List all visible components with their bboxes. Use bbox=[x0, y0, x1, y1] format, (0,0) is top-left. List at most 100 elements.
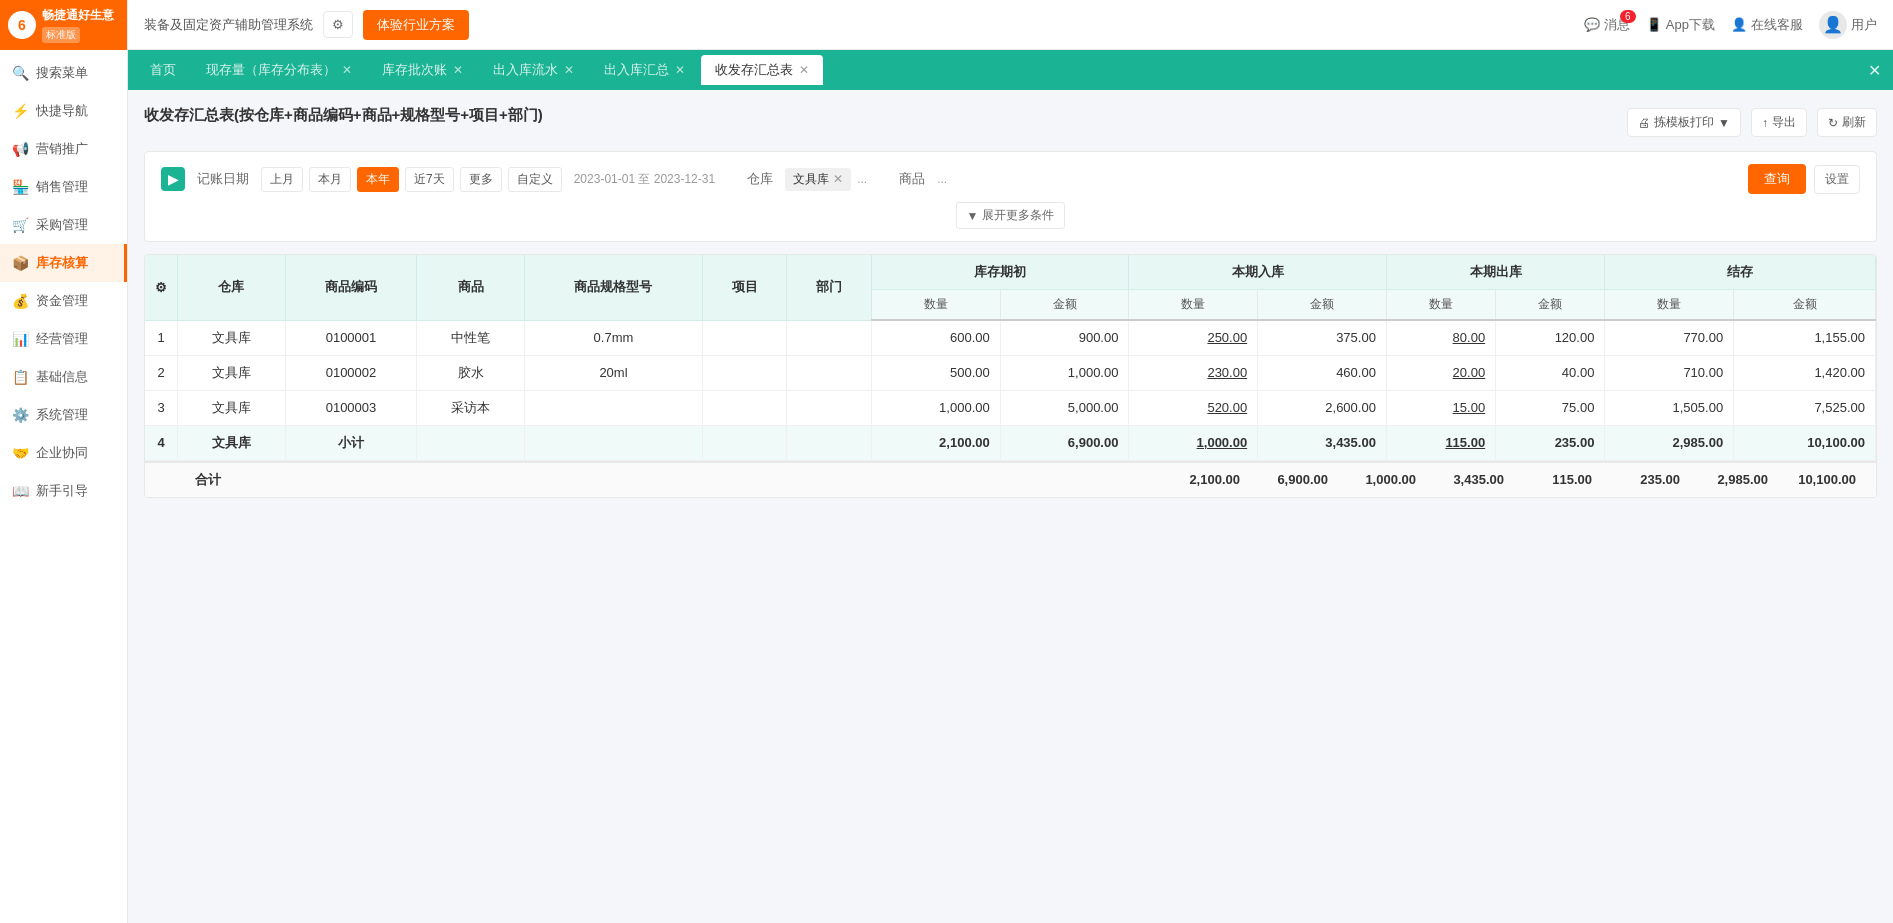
col-period-in: 本期入库 bbox=[1129, 255, 1386, 290]
user-button[interactable]: 👤 用户 bbox=[1819, 11, 1877, 39]
user-label: 用户 bbox=[1851, 16, 1877, 34]
sub-out-amt: 金额 bbox=[1496, 290, 1605, 321]
sidebar-item-label: 经营管理 bbox=[36, 330, 88, 348]
row3-out-qty[interactable]: 15.00 bbox=[1386, 390, 1495, 425]
row3-in-qty[interactable]: 520.00 bbox=[1129, 390, 1258, 425]
row2-out-qty[interactable]: 20.00 bbox=[1386, 355, 1495, 390]
sidebar-item-search[interactable]: 🔍 搜索菜单 bbox=[0, 54, 127, 92]
sidebar-item-purchase[interactable]: 🛒 采购管理 bbox=[0, 206, 127, 244]
table-footer: 合计 2,100.00 6,900.00 1,000.00 3,435.00 1… bbox=[145, 461, 1876, 497]
subtotal-open-qty: 2,100.00 bbox=[871, 425, 1000, 460]
sidebar-item-marketing[interactable]: 📢 营销推广 bbox=[0, 130, 127, 168]
warehouse-tag-close[interactable]: ✕ bbox=[833, 172, 843, 186]
close-all-tabs[interactable]: ✕ bbox=[1864, 61, 1885, 80]
row3-department bbox=[787, 390, 872, 425]
tab-in-out-flow-label: 出入库流水 bbox=[493, 61, 558, 79]
row1-in-qty[interactable]: 250.00 bbox=[1129, 320, 1258, 355]
online-service-button[interactable]: 👤 在线客服 bbox=[1731, 16, 1803, 34]
product-more[interactable]: ... bbox=[937, 172, 947, 186]
sidebar-item-finance[interactable]: 💰 资金管理 bbox=[0, 282, 127, 320]
sub-out-qty: 数量 bbox=[1386, 290, 1495, 321]
date-btn-custom[interactable]: 自定义 bbox=[508, 167, 562, 192]
row1-out-qty[interactable]: 80.00 bbox=[1386, 320, 1495, 355]
row2-out-amt: 40.00 bbox=[1496, 355, 1605, 390]
col-gear[interactable]: ⚙ bbox=[145, 255, 178, 320]
subtotal-warehouse: 文具库 bbox=[178, 425, 286, 460]
warehouse-more[interactable]: ... bbox=[857, 172, 867, 186]
col-product-name: 商品 bbox=[417, 255, 525, 320]
logo-text: 畅捷通好生意 标准版 bbox=[42, 7, 114, 43]
tab-recv-send-summary[interactable]: 收发存汇总表 ✕ bbox=[701, 55, 823, 85]
row2-in-amt: 460.00 bbox=[1258, 355, 1387, 390]
expand-conditions-button[interactable]: ▼ 展开更多条件 bbox=[956, 202, 1066, 229]
row3-product-spec bbox=[524, 390, 702, 425]
col-balance: 结存 bbox=[1605, 255, 1876, 290]
row2-in-qty[interactable]: 230.00 bbox=[1129, 355, 1258, 390]
data-table: ⚙ 仓库 商品编码 商品 商品规格型号 项目 部门 库存期初 本期入库 本期出库… bbox=[145, 255, 1876, 461]
app-download-label: App下载 bbox=[1666, 16, 1715, 34]
message-icon: 💬 bbox=[1584, 17, 1600, 32]
sidebar-item-inventory[interactable]: 📦 库存核算 bbox=[0, 244, 127, 282]
sidebar-item-enterprise[interactable]: 🤝 企业协同 bbox=[0, 434, 127, 472]
sidebar-item-label: 系统管理 bbox=[36, 406, 88, 424]
sidebar-item-label: 基础信息 bbox=[36, 368, 88, 386]
sidebar-item-beginner[interactable]: 📖 新手引导 bbox=[0, 472, 127, 510]
app-download-button[interactable]: 📱 App下载 bbox=[1646, 16, 1715, 34]
sidebar-item-operations[interactable]: 📊 经营管理 bbox=[0, 320, 127, 358]
tab-batch-ledger[interactable]: 库存批次账 ✕ bbox=[368, 55, 477, 85]
sub-in-amt: 金额 bbox=[1258, 290, 1387, 321]
row1-department bbox=[787, 320, 872, 355]
tab-in-out-summary-close[interactable]: ✕ bbox=[675, 64, 685, 76]
tab-recv-send-summary-close[interactable]: ✕ bbox=[799, 64, 809, 76]
row2-product-name: 胶水 bbox=[417, 355, 525, 390]
export-button[interactable]: ↑ 导出 bbox=[1751, 108, 1807, 137]
logo-title: 畅捷通好生意 bbox=[42, 7, 114, 24]
message-button[interactable]: 💬 消息 6 bbox=[1584, 16, 1630, 34]
trial-button[interactable]: 体验行业方案 bbox=[363, 10, 469, 40]
table-body: 1 文具库 0100001 中性笔 0.7mm 600.00 900.00 25… bbox=[145, 320, 1876, 460]
print-button[interactable]: 🖨 拣模板打印 ▼ bbox=[1627, 108, 1741, 137]
row3-product-code: 0100003 bbox=[285, 390, 416, 425]
gear-button[interactable]: ⚙ bbox=[323, 11, 353, 38]
table-row: 3 文具库 0100003 采访本 1,000.00 5,000.00 520.… bbox=[145, 390, 1876, 425]
chevron-down-icon: ▼ bbox=[1718, 116, 1730, 130]
tab-in-out-flow-close[interactable]: ✕ bbox=[564, 64, 574, 76]
subtotal-in-qty[interactable]: 1,000.00 bbox=[1129, 425, 1258, 460]
tab-bar: 首页 现存量（库存分布表） ✕ 库存批次账 ✕ 出入库流水 ✕ 出入库汇总 ✕ … bbox=[128, 50, 1893, 90]
warehouse-tag-text: 文具库 bbox=[793, 171, 829, 188]
tab-batch-ledger-close[interactable]: ✕ bbox=[453, 64, 463, 76]
date-btn-more[interactable]: 更多 bbox=[460, 167, 502, 192]
date-range-text: 2023-01-01 至 2023-12-31 bbox=[574, 171, 715, 188]
row3-bal-amt: 7,525.00 bbox=[1734, 390, 1876, 425]
tab-in-out-summary[interactable]: 出入库汇总 ✕ bbox=[590, 55, 699, 85]
sidebar-item-basic[interactable]: 📋 基础信息 bbox=[0, 358, 127, 396]
sidebar-item-label: 销售管理 bbox=[36, 178, 88, 196]
tab-inventory-dist[interactable]: 现存量（库存分布表） ✕ bbox=[192, 55, 366, 85]
settings-button[interactable]: 设置 bbox=[1814, 165, 1860, 194]
subtotal-out-amt: 235.00 bbox=[1496, 425, 1605, 460]
row1-seq: 1 bbox=[145, 320, 178, 355]
row1-out-amt: 120.00 bbox=[1496, 320, 1605, 355]
subtotal-bal-amt: 10,100.00 bbox=[1734, 425, 1876, 460]
sidebar-item-sales[interactable]: 🏪 销售管理 bbox=[0, 168, 127, 206]
row3-open-qty: 1,000.00 bbox=[871, 390, 1000, 425]
tab-home[interactable]: 首页 bbox=[136, 55, 190, 85]
sub-open-qty: 数量 bbox=[871, 290, 1000, 321]
date-btn-prev-month[interactable]: 上月 bbox=[261, 167, 303, 192]
refresh-button[interactable]: ↻ 刷新 bbox=[1817, 108, 1877, 137]
tab-inventory-dist-close[interactable]: ✕ bbox=[342, 64, 352, 76]
sidebar-item-quick-nav[interactable]: ⚡ 快捷导航 bbox=[0, 92, 127, 130]
purchase-icon: 🛒 bbox=[12, 217, 28, 233]
tab-in-out-flow[interactable]: 出入库流水 ✕ bbox=[479, 55, 588, 85]
filter-section: ▶ 记账日期 上月 本月 本年 近7天 更多 自定义 2023-01-01 至 … bbox=[144, 151, 1877, 242]
footer-in-qty: 1,000.00 bbox=[1338, 472, 1426, 487]
filter-collapse-button[interactable]: ▶ bbox=[161, 167, 185, 191]
query-button[interactable]: 查询 bbox=[1748, 164, 1806, 194]
date-btn-7days[interactable]: 近7天 bbox=[405, 167, 454, 192]
subtotal-out-qty[interactable]: 115.00 bbox=[1386, 425, 1495, 460]
date-btn-cur-month[interactable]: 本月 bbox=[309, 167, 351, 192]
row1-bal-amt: 1,155.00 bbox=[1734, 320, 1876, 355]
date-btn-cur-year[interactable]: 本年 bbox=[357, 167, 399, 192]
inventory-icon: 📦 bbox=[12, 255, 28, 271]
sidebar-item-system[interactable]: ⚙️ 系统管理 bbox=[0, 396, 127, 434]
